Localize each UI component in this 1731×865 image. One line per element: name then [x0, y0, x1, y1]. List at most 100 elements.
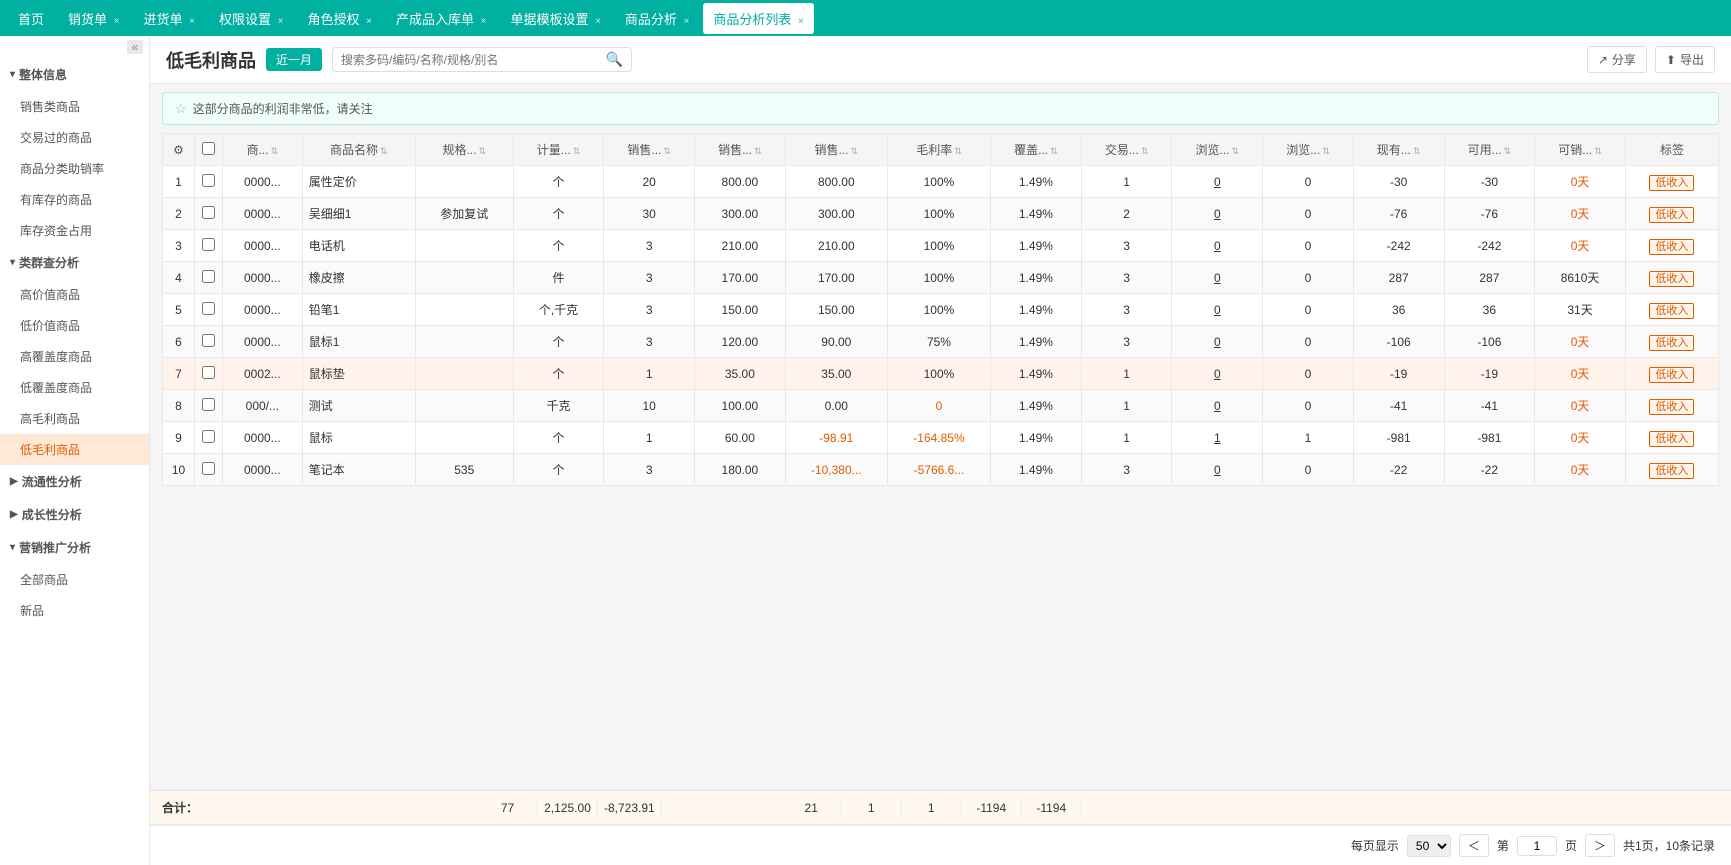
row-select-checkbox[interactable] — [202, 174, 215, 187]
col-current-stock[interactable]: 现有...⇅ — [1353, 134, 1444, 166]
row-select-checkbox[interactable] — [202, 366, 215, 379]
col-trade-count[interactable]: 交易...⇅ — [1081, 134, 1172, 166]
row-browse1[interactable]: 0 — [1172, 230, 1263, 262]
row-name: 鼠标1 — [302, 326, 415, 358]
row-unit: 个 — [513, 166, 604, 198]
row-browse1[interactable]: 0 — [1172, 294, 1263, 326]
col-gross-rate[interactable]: 毛利率⇅ — [887, 134, 990, 166]
sidebar-item-stocked-goods[interactable]: 有库存的商品 — [0, 184, 149, 215]
page-input[interactable] — [1517, 836, 1557, 856]
col-settings[interactable]: ⚙ — [163, 134, 195, 166]
sidebar-group-liquidity[interactable]: ▶ 流通性分析 — [0, 465, 149, 498]
filter-tag-btn[interactable]: 近一月 — [266, 48, 322, 71]
col-sales-profit[interactable]: 销售...⇅ — [785, 134, 887, 166]
sidebar-group-growth[interactable]: ▶ 成长性分析 — [0, 498, 149, 531]
sidebar-item-low-value[interactable]: 低价值商品 — [0, 310, 149, 341]
sidebar-group-overall[interactable]: ▾ 整体信息 — [0, 58, 149, 91]
nav-purchase[interactable]: 进货单 × — [134, 3, 205, 34]
sidebar-item-category-assist[interactable]: 商品分类助销率 — [0, 153, 149, 184]
sidebar-item-high-value[interactable]: 高价值商品 — [0, 279, 149, 310]
row-sales-profit: 0.00 — [785, 390, 887, 422]
per-page-select[interactable]: 50 — [1407, 835, 1451, 857]
row-code: 0000... — [223, 326, 303, 358]
nav-analysis-list[interactable]: 商品分析列表 × — [703, 3, 813, 34]
next-page-btn[interactable]: ＞ — [1585, 834, 1615, 857]
nav-close-sales[interactable]: × — [114, 16, 120, 27]
row-browse1[interactable]: 0 — [1172, 390, 1263, 422]
sidebar-group-marketing[interactable]: ▾ 营销推广分析 — [0, 531, 149, 564]
sidebar-group-cluster[interactable]: ▾ 类群查分析 — [0, 246, 149, 279]
nav-close-analysis-list[interactable]: × — [798, 16, 804, 27]
col-name[interactable]: 商品名称⇅ — [302, 134, 415, 166]
row-select-checkbox[interactable] — [202, 334, 215, 347]
row-no: 5 — [163, 294, 195, 326]
row-browse1[interactable]: 0 — [1172, 326, 1263, 358]
prev-page-btn[interactable]: ＜ — [1459, 834, 1489, 857]
row-select-checkbox[interactable] — [202, 206, 215, 219]
search-icon[interactable]: 🔍 — [606, 51, 623, 68]
row-select-checkbox[interactable] — [202, 238, 215, 251]
row-tag: 低收入 — [1625, 422, 1718, 454]
select-all-checkbox[interactable] — [202, 142, 215, 155]
row-select-checkbox[interactable] — [202, 462, 215, 475]
table-row: 8 000/... 测试 千克 10 100.00 0.00 0 1.49% 1… — [163, 390, 1719, 422]
col-browse2[interactable]: 浏览...⇅ — [1263, 134, 1354, 166]
row-browse1[interactable]: 0 — [1172, 454, 1263, 486]
col-code[interactable]: 商...⇅ — [223, 134, 303, 166]
row-browse2: 0 — [1263, 230, 1354, 262]
sidebar-collapse-btn[interactable]: « — [127, 40, 143, 54]
col-sellable[interactable]: 可销...⇅ — [1535, 134, 1626, 166]
row-trade-count: 1 — [1081, 422, 1172, 454]
nav-sales[interactable]: 销货单 × — [58, 3, 129, 34]
col-sales-amount[interactable]: 销售...⇅ — [695, 134, 786, 166]
page-label: 第 — [1497, 837, 1509, 854]
footer-sales-qty: 77 — [478, 801, 538, 815]
sidebar-item-all-goods[interactable]: 全部商品 — [0, 564, 149, 595]
row-browse1[interactable]: 0 — [1172, 198, 1263, 230]
col-sales-qty[interactable]: 销售...⇅ — [604, 134, 695, 166]
arrow-icon-growth: ▶ — [10, 509, 18, 520]
col-coverage[interactable]: 覆盖...⇅ — [991, 134, 1082, 166]
nav-close-roles[interactable]: × — [366, 16, 372, 27]
row-code: 0000... — [223, 294, 303, 326]
nav-templates[interactable]: 单据模板设置 × — [500, 3, 610, 34]
nav-permissions[interactable]: 权限设置 × — [209, 3, 293, 34]
row-browse1[interactable]: 0 — [1172, 262, 1263, 294]
row-gross-rate: 100% — [887, 358, 990, 390]
nav-roles[interactable]: 角色授权 × — [297, 3, 381, 34]
export-btn[interactable]: ⬆ 导出 — [1655, 46, 1715, 73]
nav-close-analysis[interactable]: × — [684, 16, 690, 27]
sidebar-item-low-coverage[interactable]: 低覆盖度商品 — [0, 372, 149, 403]
nav-close-templates[interactable]: × — [595, 16, 601, 27]
nav-products[interactable]: 产成品入库单 × — [386, 3, 496, 34]
sidebar-item-high-margin[interactable]: 高毛利商品 — [0, 403, 149, 434]
sidebar-item-traded-goods[interactable]: 交易过的商品 — [0, 122, 149, 153]
row-name: 铅笔1 — [302, 294, 415, 326]
sidebar-item-capital-usage[interactable]: 库存资金占用 — [0, 215, 149, 246]
nav-analysis[interactable]: 商品分析 × — [615, 3, 699, 34]
share-btn[interactable]: ↗ 分享 — [1587, 46, 1647, 73]
row-browse1[interactable]: 0 — [1172, 358, 1263, 390]
col-unit[interactable]: 计量...⇅ — [513, 134, 604, 166]
col-browse1[interactable]: 浏览...⇅ — [1172, 134, 1263, 166]
row-browse2: 1 — [1263, 422, 1354, 454]
col-available[interactable]: 可用...⇅ — [1444, 134, 1535, 166]
row-select-checkbox[interactable] — [202, 398, 215, 411]
row-select-checkbox[interactable] — [202, 302, 215, 315]
nav-close-permissions[interactable]: × — [278, 16, 284, 27]
sidebar-item-high-coverage[interactable]: 高覆盖度商品 — [0, 341, 149, 372]
nav-close-purchase[interactable]: × — [189, 16, 195, 27]
row-browse1[interactable]: 0 — [1172, 166, 1263, 198]
nav-home[interactable]: 首页 — [8, 3, 54, 34]
nav-close-products[interactable]: × — [481, 16, 487, 27]
sidebar-item-sales-goods[interactable]: 销售类商品 — [0, 91, 149, 122]
col-spec[interactable]: 规格...⇅ — [415, 134, 513, 166]
search-input[interactable] — [341, 53, 606, 67]
sidebar-item-low-margin[interactable]: 低毛利商品 — [0, 434, 149, 465]
sidebar-item-new-goods[interactable]: 新品 — [0, 595, 149, 626]
row-name: 电话机 — [302, 230, 415, 262]
row-select-checkbox[interactable] — [202, 270, 215, 283]
row-browse1[interactable]: 1 — [1172, 422, 1263, 454]
row-select-checkbox[interactable] — [202, 430, 215, 443]
total-records: 共1页，10条记录 — [1623, 837, 1715, 854]
